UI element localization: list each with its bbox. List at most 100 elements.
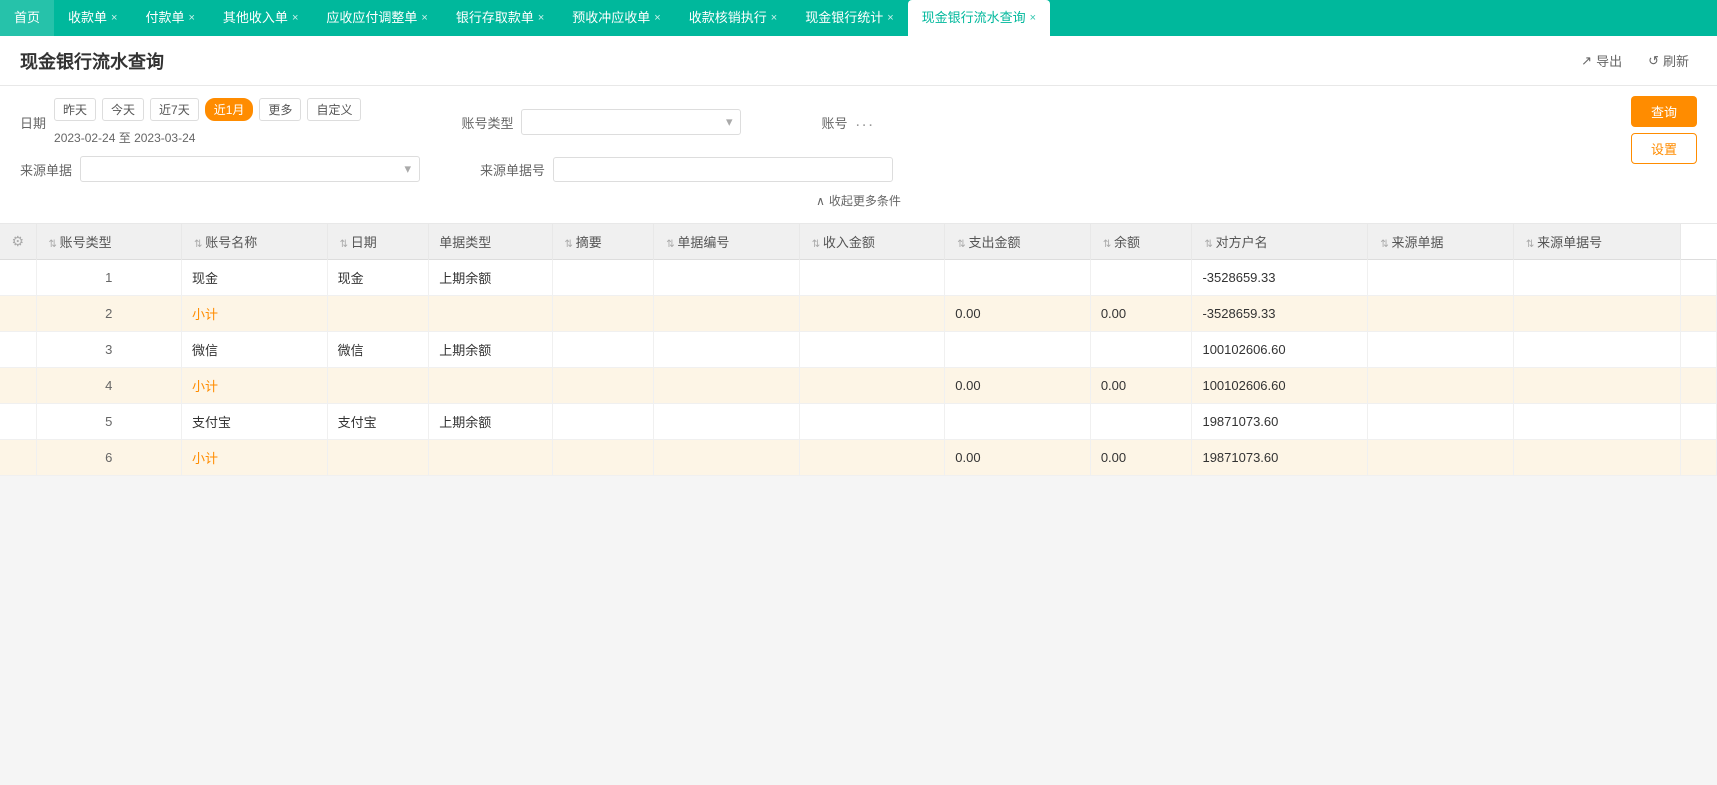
close-icon[interactable]: × bbox=[188, 0, 194, 36]
nav-other-income[interactable]: 其他收入单 × bbox=[209, 0, 312, 36]
col-header-account-type[interactable]: ⇅ 账号类型 bbox=[36, 224, 182, 260]
source-doc-num-filter: 来源单据号 bbox=[480, 157, 893, 182]
source-doc-no-cell bbox=[1681, 332, 1717, 368]
sort-icon: ⇅ bbox=[565, 239, 576, 250]
table-row: 2小计0.000.00-3528659.33 bbox=[0, 296, 1717, 332]
page-header: 现金银行流水查询 ↗ 导出 ↺ 刷新 bbox=[0, 36, 1717, 86]
col-header-doc-no[interactable]: ⇅ 单据编号 bbox=[654, 224, 800, 260]
query-button[interactable]: 查询 bbox=[1631, 96, 1697, 127]
source-doc-no-cell bbox=[1681, 440, 1717, 476]
col-header-balance[interactable]: ⇅ 余额 bbox=[1090, 224, 1192, 260]
account-name-cell bbox=[327, 440, 429, 476]
doc-no-cell bbox=[799, 332, 945, 368]
close-icon[interactable]: × bbox=[421, 0, 427, 36]
nav-payment[interactable]: 付款单 × bbox=[131, 0, 208, 36]
doc-type-cell bbox=[552, 260, 654, 296]
export-button[interactable]: ↗ 导出 bbox=[1573, 47, 1630, 74]
counterpart-cell bbox=[1368, 404, 1514, 440]
refresh-button[interactable]: ↺ 刷新 bbox=[1640, 47, 1697, 74]
expense-cell: 0.00 bbox=[1090, 368, 1192, 404]
col-header-date[interactable]: ⇅ 日期 bbox=[327, 224, 429, 260]
date-range: 2023-02-24 至 2023-03-24 bbox=[54, 129, 361, 146]
date-cell bbox=[429, 296, 552, 332]
date-cell: 上期余额 bbox=[429, 332, 552, 368]
source-doc-no-cell bbox=[1681, 368, 1717, 404]
date-cell: 上期余额 bbox=[429, 404, 552, 440]
nav-advance-offset[interactable]: 预收冲应收单 × bbox=[558, 0, 674, 36]
source-doc-cell bbox=[1513, 332, 1681, 368]
income-cell bbox=[945, 332, 1091, 368]
col-header-expense[interactable]: ⇅ 支出金额 bbox=[945, 224, 1091, 260]
sort-icon: ⇅ bbox=[194, 239, 205, 250]
col-header-source-doc[interactable]: ⇅ 来源单据 bbox=[1368, 224, 1514, 260]
doc-no-cell bbox=[799, 440, 945, 476]
row-settings bbox=[0, 440, 36, 476]
date-custom[interactable]: 自定义 bbox=[307, 98, 361, 121]
date-yesterday[interactable]: 昨天 bbox=[54, 98, 96, 121]
row-num: 1 bbox=[36, 260, 182, 296]
date-cell: 上期余额 bbox=[429, 260, 552, 296]
close-icon[interactable]: × bbox=[111, 0, 117, 36]
balance-cell: 19871073.60 bbox=[1192, 440, 1368, 476]
counterpart-cell bbox=[1368, 332, 1514, 368]
account-type-select[interactable]: ▾ bbox=[521, 109, 741, 135]
table-row: 1现金现金上期余额-3528659.33 bbox=[0, 260, 1717, 296]
nav-bank-stats[interactable]: 现金银行统计 × bbox=[791, 0, 907, 36]
col-header-account-name[interactable]: ⇅ 账号名称 bbox=[182, 224, 328, 260]
balance-cell: 19871073.60 bbox=[1192, 404, 1368, 440]
source-doc-select[interactable]: ▾ bbox=[80, 156, 420, 182]
close-icon[interactable]: × bbox=[654, 0, 660, 36]
row-settings bbox=[0, 368, 36, 404]
collapse-icon: ∧ bbox=[816, 194, 825, 208]
close-icon[interactable]: × bbox=[538, 0, 544, 36]
account-dots-button[interactable]: ... bbox=[855, 113, 874, 131]
settings-button[interactable]: 设置 bbox=[1631, 133, 1697, 164]
filter-area: 日期 昨天 今天 近7天 近1月 更多 自定义 2023-02-24 至 202… bbox=[0, 86, 1717, 224]
nav-bank-flow[interactable]: 现金银行流水查询 × bbox=[908, 0, 1050, 36]
col-header-counterpart[interactable]: ⇅ 对方户名 bbox=[1192, 224, 1368, 260]
date-today[interactable]: 今天 bbox=[102, 98, 144, 121]
source-doc-cell bbox=[1513, 368, 1681, 404]
table-container: ⚙ ⇅ 账号类型 ⇅ 账号名称 ⇅ 日期 单据类型 ⇅ 摘要 ⇅ 单据编号 bbox=[0, 224, 1717, 476]
doc-type-cell bbox=[552, 404, 654, 440]
close-icon[interactable]: × bbox=[771, 0, 777, 36]
sort-icon: ⇅ bbox=[1103, 239, 1114, 250]
account-type-cell: 微信 bbox=[182, 332, 328, 368]
doc-type-cell bbox=[552, 368, 654, 404]
col-header-doc-type[interactable]: 单据类型 bbox=[429, 224, 552, 260]
nav-bank-deposit[interactable]: 银行存取款单 × bbox=[442, 0, 558, 36]
nav-adjustment[interactable]: 应收应付调整单 × bbox=[312, 0, 441, 36]
date-cell bbox=[429, 368, 552, 404]
col-header-summary[interactable]: ⇅ 摘要 bbox=[552, 224, 654, 260]
row-settings bbox=[0, 260, 36, 296]
close-icon[interactable]: × bbox=[1030, 0, 1036, 36]
doc-no-cell bbox=[799, 260, 945, 296]
nav-writeoff[interactable]: 收款核销执行 × bbox=[675, 0, 791, 36]
date-more[interactable]: 更多 bbox=[259, 98, 301, 121]
summary-cell bbox=[654, 296, 800, 332]
gear-icon[interactable]: ⚙ bbox=[11, 233, 24, 249]
source-doc-no-cell bbox=[1681, 296, 1717, 332]
account-filter: 账号 ... bbox=[821, 113, 874, 132]
filter-row-2: 来源单据 ▾ 来源单据号 bbox=[20, 156, 1697, 182]
account-type-cell: 小计 bbox=[182, 296, 328, 332]
row-num: 5 bbox=[36, 404, 182, 440]
doc-type-cell bbox=[552, 332, 654, 368]
date-1month[interactable]: 近1月 bbox=[205, 98, 254, 121]
date-7days[interactable]: 近7天 bbox=[150, 98, 199, 121]
source-doc-cell bbox=[1513, 440, 1681, 476]
nav-home[interactable]: 首页 bbox=[0, 0, 54, 36]
doc-type-cell bbox=[552, 440, 654, 476]
nav-receipt[interactable]: 收款单 × bbox=[54, 0, 131, 36]
collapse-bar[interactable]: ∧ 收起更多条件 bbox=[20, 186, 1697, 211]
close-icon[interactable]: × bbox=[292, 0, 298, 36]
col-header-income[interactable]: ⇅ 收入金额 bbox=[799, 224, 945, 260]
summary-cell bbox=[654, 332, 800, 368]
account-type-cell: 现金 bbox=[182, 260, 328, 296]
summary-cell bbox=[654, 404, 800, 440]
close-icon[interactable]: × bbox=[887, 0, 893, 36]
col-header-source-doc-no[interactable]: ⇅ 来源单据号 bbox=[1513, 224, 1681, 260]
settings-column-header: ⚙ bbox=[0, 224, 36, 260]
source-doc-filter: 来源单据 ▾ bbox=[20, 156, 420, 182]
source-doc-num-input[interactable] bbox=[553, 157, 893, 182]
